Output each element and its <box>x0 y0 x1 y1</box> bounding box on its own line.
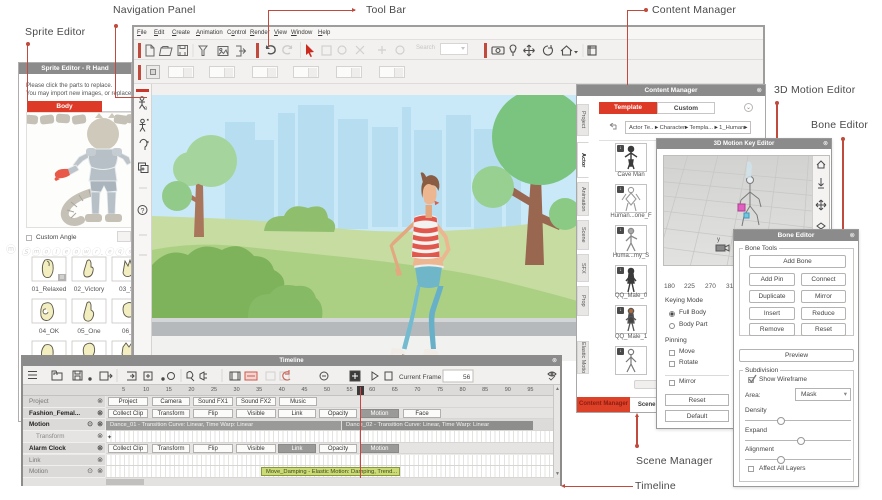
svg-text:01_Relaxed: 01_Relaxed <box>32 286 67 293</box>
svg-text:Current Frame: Current Frame <box>399 374 442 381</box>
svg-text:04_OK: 04_OK <box>39 328 60 335</box>
svg-text:05_One: 05_One <box>77 328 101 335</box>
svg-text:y: y <box>717 237 720 243</box>
svg-text:e: e <box>144 106 148 112</box>
svg-text:03_Sev: 03_Sev <box>119 286 132 293</box>
svg-text:56: 56 <box>463 374 471 381</box>
svg-text:?: ? <box>141 208 145 215</box>
svg-text:06_Fi: 06_Fi <box>122 328 132 335</box>
svg-text:02_Victory: 02_Victory <box>74 286 105 293</box>
